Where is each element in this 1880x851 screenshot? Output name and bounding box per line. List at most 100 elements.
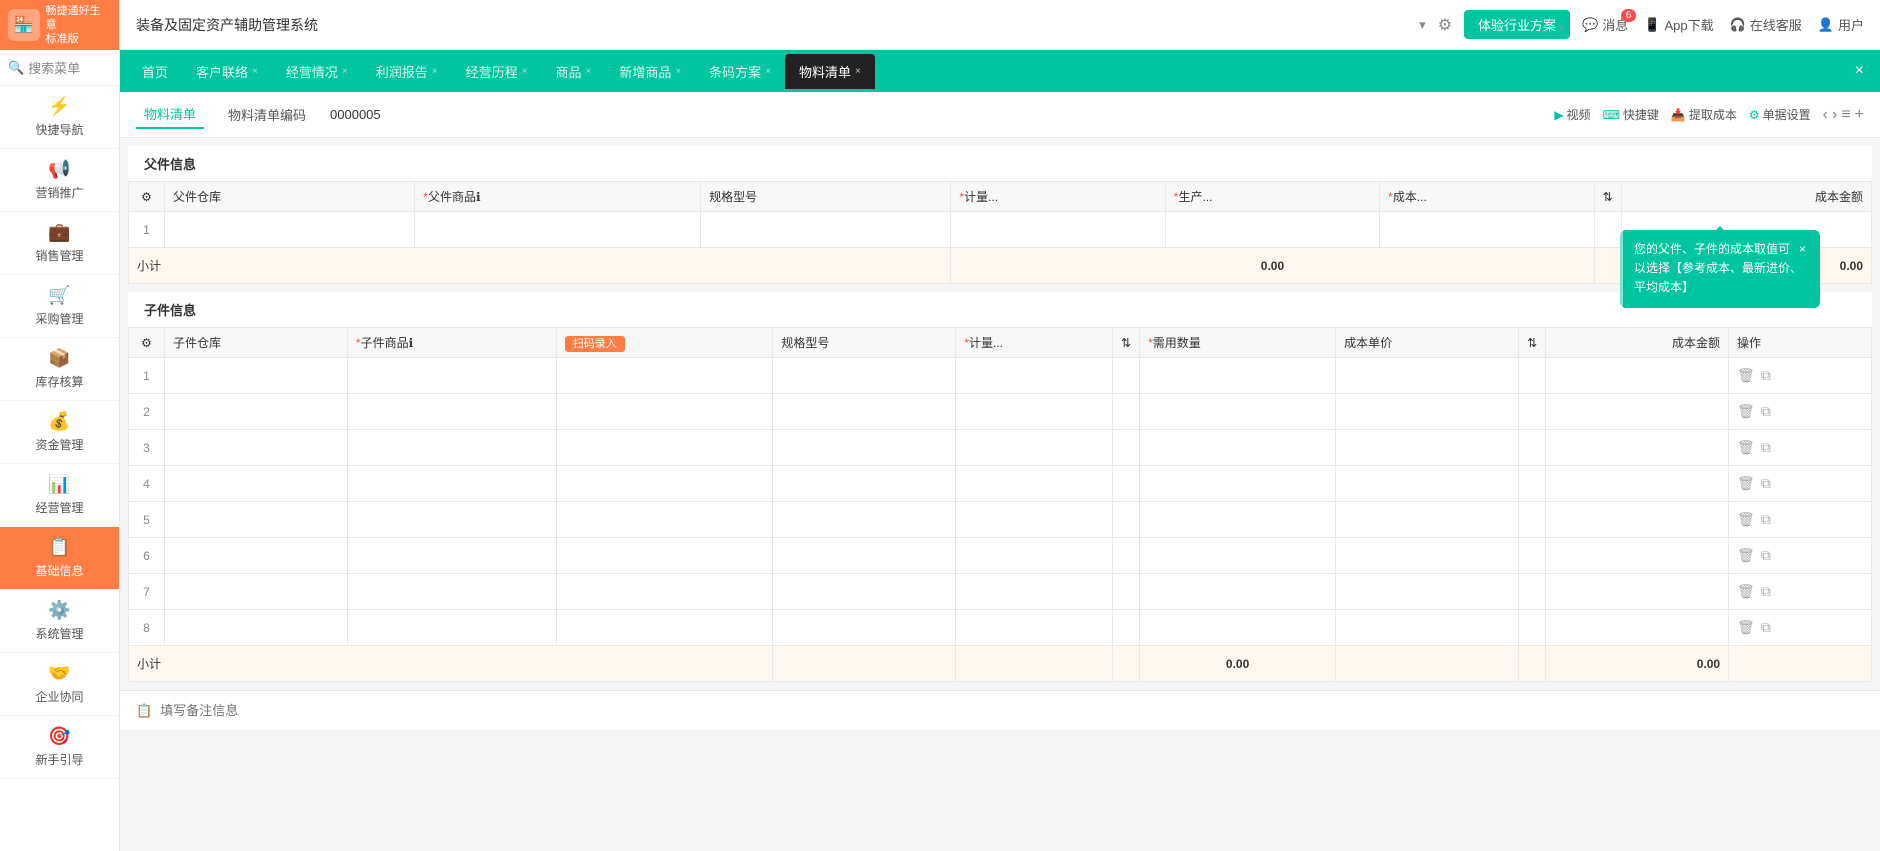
delete-icon-3[interactable]: 🗑 [1737, 439, 1755, 456]
delete-icon-2[interactable]: 🗑 [1737, 403, 1755, 420]
copy-icon-8[interactable]: ⧉ [1761, 619, 1771, 636]
copy-icon-4[interactable]: ⧉ [1761, 475, 1771, 492]
sidebar-item-purchase[interactable]: 🛒 采购管理 [0, 275, 119, 338]
child-col-scan[interactable]: 扫码录入 [556, 328, 773, 358]
tab-goods[interactable]: 商品 × [541, 54, 605, 89]
tooltip-close-btn[interactable]: × [1799, 240, 1806, 259]
child-unitcost-2[interactable] [1336, 394, 1519, 430]
nav-prev-btn[interactable]: ‹ [1823, 106, 1828, 124]
parent-spec-cell[interactable] [701, 212, 951, 248]
keyboard-icon: ⌨ [1603, 108, 1620, 122]
sidebar-item-sales[interactable]: 💼 销售管理 [0, 212, 119, 275]
trial-button[interactable]: 体验行业方案 [1464, 10, 1570, 39]
extract-cost-btn[interactable]: 📥 提取成本 [1671, 106, 1737, 123]
tab-new-goods[interactable]: 新增商品 × [605, 54, 695, 89]
tab-bom[interactable]: 物料清单 × [785, 54, 875, 89]
sidebar-item-search[interactable]: 🔍 搜索菜单 [0, 50, 119, 86]
tab-operations-close[interactable]: × [342, 66, 348, 77]
child-subtotal-row: 小计 0.00 0.00 [129, 646, 1872, 682]
parent-sort-cell [1594, 212, 1621, 248]
copy-icon-5[interactable]: ⧉ [1761, 511, 1771, 528]
note-input[interactable] [160, 703, 1864, 718]
child-warehouse-2[interactable] [165, 394, 348, 430]
doc-settings-btn[interactable]: ⚙ 单据设置 [1749, 106, 1811, 123]
child-row-2: 2 🗑 ⧉ [129, 394, 1872, 430]
nav-add-btn[interactable]: + [1855, 106, 1864, 124]
child-col-settings[interactable]: ⚙ [129, 328, 165, 358]
child-qty-1[interactable] [1140, 358, 1336, 394]
tab-customer-close[interactable]: × [252, 66, 258, 77]
tab-new-goods-close[interactable]: × [675, 66, 681, 77]
tab-history-close[interactable]: × [522, 66, 528, 77]
sidebar-item-finance[interactable]: 💰 资金管理 [0, 401, 119, 464]
parent-col-settings[interactable]: ⚙ [129, 182, 165, 212]
copy-icon-3[interactable]: ⧉ [1761, 439, 1771, 456]
online-service-button[interactable]: 🎧 在线客服 [1730, 15, 1802, 34]
sub-tab-bom-code[interactable]: 物料清单编码 [220, 101, 314, 128]
enterprise-icon: 🤝 [48, 663, 70, 684]
parent-production-cell[interactable] [1165, 212, 1379, 248]
child-goods-1[interactable] [347, 358, 556, 394]
tab-goods-close[interactable]: × [585, 66, 591, 77]
nav-menu-btn[interactable]: ≡ [1841, 106, 1850, 124]
tab-home[interactable]: 首页 [128, 54, 182, 89]
tab-profit-close[interactable]: × [432, 66, 438, 77]
video-btn[interactable]: ▶ 视频 [1554, 106, 1590, 123]
shortcut-btn[interactable]: ⌨ 快捷键 [1603, 106, 1659, 123]
delete-icon-7[interactable]: 🗑 [1737, 583, 1755, 600]
child-unit-1[interactable] [956, 358, 1113, 394]
child-unitcost-1[interactable] [1336, 358, 1519, 394]
parent-table: ⚙ 父件仓库 *父件商品ℹ 规格型号 *计量... *生产... *成本... … [128, 181, 1872, 284]
sidebar-item-inventory[interactable]: 📦 库存核算 [0, 338, 119, 401]
sidebar-item-enterprise[interactable]: 🤝 企业协同 [0, 653, 119, 716]
tab-barcode-close[interactable]: × [765, 66, 771, 77]
parent-cost-cell[interactable] [1380, 212, 1594, 248]
child-unit-2[interactable] [956, 394, 1113, 430]
parent-unit-cell[interactable] [951, 212, 1165, 248]
tab-operations[interactable]: 经营情况 × [272, 54, 362, 89]
inventory-icon: 📦 [48, 348, 70, 369]
message-button[interactable]: 💬 6 消息 [1582, 15, 1628, 34]
quicknav-icon: ⚡ [48, 96, 70, 117]
tab-bom-close[interactable]: × [855, 66, 861, 77]
child-subtotal-qty: 0.00 [1140, 646, 1336, 682]
copy-icon-7[interactable]: ⧉ [1761, 583, 1771, 600]
child-goods-2[interactable] [347, 394, 556, 430]
child-spec-1[interactable] [773, 358, 956, 394]
sidebar-item-marketing[interactable]: 📢 营销推广 [0, 149, 119, 212]
user-button[interactable]: 👤 用户 [1818, 15, 1864, 34]
tab-profit[interactable]: 利润报告 × [362, 54, 452, 89]
parent-warehouse-cell[interactable] [165, 212, 415, 248]
sidebar-item-guide[interactable]: 🎯 新手引导 [0, 716, 119, 779]
parent-row-num: 1 [129, 212, 165, 248]
delete-icon-5[interactable]: 🗑 [1737, 511, 1755, 528]
tab-customer[interactable]: 客户联络 × [182, 54, 272, 89]
dropdown-arrow-icon[interactable]: ▾ [1419, 17, 1426, 33]
close-all-tabs-button[interactable]: × [1847, 58, 1872, 84]
sidebar-item-operations[interactable]: 📊 经营管理 [0, 464, 119, 527]
tab-barcode[interactable]: 条码方案 × [695, 54, 785, 89]
sidebar-item-system[interactable]: ⚙️ 系统管理 [0, 590, 119, 653]
sidebar-item-basic-info[interactable]: 📋 基础信息 [0, 527, 119, 590]
copy-icon-2[interactable]: ⧉ [1761, 403, 1771, 420]
app-download-button[interactable]: 📱 App下载 [1644, 15, 1713, 34]
sub-tab-bom[interactable]: 物料清单 [136, 100, 204, 129]
sidebar-item-quicknav[interactable]: ⚡ 快捷导航 [0, 86, 119, 149]
nav-tabs: 首页 客户联络 × 经营情况 × 利润报告 × 经营历程 × 商品 × 新增商品… [120, 50, 1880, 92]
settings-icon[interactable]: ⚙ [1438, 15, 1452, 35]
copy-icon-6[interactable]: ⧉ [1761, 547, 1771, 564]
delete-icon-4[interactable]: 🗑 [1737, 475, 1755, 492]
copy-icon-1[interactable]: ⧉ [1761, 367, 1771, 384]
nav-next-btn[interactable]: › [1832, 106, 1837, 124]
child-warehouse-1[interactable] [165, 358, 348, 394]
delete-icon-1[interactable]: 🗑 [1737, 367, 1755, 384]
delete-icon-8[interactable]: 🗑 [1737, 619, 1755, 636]
parent-goods-cell[interactable] [415, 212, 701, 248]
child-col-warehouse: 子件仓库 [165, 328, 348, 358]
parent-col-sort: ⇅ [1594, 182, 1621, 212]
delete-icon-6[interactable]: 🗑 [1737, 547, 1755, 564]
child-row-6: 6 🗑 ⧉ [129, 538, 1872, 574]
tab-history[interactable]: 经营历程 × [452, 54, 542, 89]
child-spec-2[interactable] [773, 394, 956, 430]
child-qty-2[interactable] [1140, 394, 1336, 430]
